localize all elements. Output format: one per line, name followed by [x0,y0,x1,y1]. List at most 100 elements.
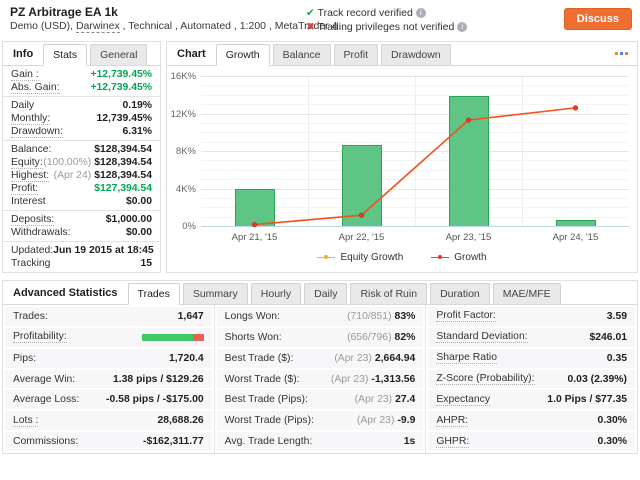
value: 0.19% [122,100,152,111]
chart-plot-area[interactable] [201,76,629,228]
chart-context-menu-icon[interactable] [615,52,628,55]
value: -$162,311.77 [143,436,204,448]
sidebar-row-monthly: Monthly: 12,739.45% [3,112,160,125]
chart-x-axis: Apr 21, '15 Apr 22, '15 Apr 23, '15 Apr 24,… [201,232,629,243]
sidebar-row-interest: Interest $0.00 [3,195,160,208]
label: AHPR: [436,414,469,427]
sidebar-row-balance: Balance: $128,394.54 [3,143,160,156]
tab-summary[interactable]: Summary [182,283,248,304]
sidebar-tabbar: Info Stats General [3,42,160,66]
tab-profit[interactable]: Profit [333,44,379,65]
verification-block: ✔ Track record verified i ✖ Trading priv… [306,6,468,34]
sidebar-group: Daily 0.19% Monthly: 12,739.45% Drawdown: 6.3… [3,96,160,140]
sidebar-row-equity: Equity: (100.00%) $128,394.54 [3,156,160,169]
stat-row-sharpe-ratio: Sharpe Ratio 0.35 [428,348,636,368]
tab-stats[interactable]: Stats [43,44,88,66]
win-segment [141,333,194,341]
value-prefix: (Apr 23) [354,394,393,406]
legend-marker-icon [317,255,336,259]
label: Updated: [11,245,54,256]
value: 1.38 pips / $129.26 [112,373,204,385]
value-prefix: (Apr 23) [356,415,395,427]
stat-row-shorts-won: Shorts Won: (656/796) 82% [216,327,424,347]
stat-row-lots: Lots : 28,688.26 [5,411,212,431]
value: 1,720.4 [169,352,204,364]
discuss-button[interactable]: Discuss [563,8,632,30]
value: $246.01 [589,331,628,343]
y-tick-label: 16K% [170,71,196,82]
label: Z-Score (Probability): [436,373,535,385]
label: Average Win: [13,373,76,385]
value: $0.00 [125,196,152,207]
statistics-tabbar: Advanced Statistics Trades Summary Hourly D… [3,281,637,305]
x-tick-label: Apr 21, '15 [231,232,278,243]
info-icon[interactable]: i [457,22,468,32]
value: 1,647 [177,310,204,322]
value: 15 [140,258,152,269]
tab-growth[interactable]: Growth [215,44,270,66]
label: Drawdown: [11,125,63,138]
label: Equity: [11,156,43,169]
stat-row-average-loss: Average Loss: -0.58 pips / -$175.00 [5,390,212,410]
value-prefix: (Apr 23) [330,373,369,385]
sidebar-title-info[interactable]: Info [3,43,43,65]
tab-daily[interactable]: Daily [304,283,348,304]
sidebar-group: Deposits: $1,000.00 Withdrawals: $0.00 [3,210,160,241]
value: +12,739.45% [90,82,152,93]
label: Balance: [11,144,52,155]
value: 0.30% [597,436,628,448]
x-tick-label: Apr 24, '15 [552,232,599,243]
label: Best Trade (Pips): [224,394,308,406]
stat-row-standard-deviation: Standard Deviation: $246.01 [428,327,636,347]
stat-row-ghpr: GHPR: 0.30% [428,432,636,452]
value: 0.30% [597,415,628,427]
label: Profit: [11,182,39,195]
sidebar-row-daily: Daily 0.19% [3,99,160,112]
info-icon[interactable]: i [415,8,426,18]
broker-link[interactable]: Darwinex [75,20,120,33]
label: Pips: [13,352,37,364]
label: Deposits: [11,213,55,226]
label: Expectancy [436,393,491,406]
chart-panel: Chart Growth Balance Profit Drawdown 0% 4K% 8… [166,41,638,273]
tab-trades[interactable]: Trades [127,283,180,305]
label: Gain : [11,68,39,81]
tab-mae-mfe[interactable]: MAE/MFE [492,283,561,304]
sidebar-row-withdrawals: Withdrawals: $0.00 [3,226,160,239]
value: 0.03 (2.39%) [567,373,628,385]
stat-row-worst-trade-pips: Worst Trade (Pips): (Apr 23) -9.9 [216,411,424,431]
x-tick-label: Apr 22, '15 [338,232,385,243]
label: Shorts Won: [224,331,282,343]
value-prefix: (656/796) [347,331,392,343]
value: (Apr 23) -9.9 [356,415,416,427]
tab-duration[interactable]: Duration [430,283,490,304]
tab-hourly[interactable]: Hourly [250,283,302,304]
x-tick-label: Apr 23, '15 [445,232,492,243]
growth-chart[interactable]: 0% 4K% 8K% 12K% 16K% Apr 21, '15 Apr 22, '15 A… [167,66,637,272]
statistics-tabs: Trades Summary Hourly Daily Risk of Ruin Dura… [127,283,564,305]
label: Profit Factor: [436,310,496,323]
statistics-grid: Trades: 1,647 Profitability: Pips: 1,720.4 Av… [3,305,637,453]
track-record-verified-row: ✔ Track record verified i [306,6,467,20]
stat-row-z-score-probability: Z-Score (Probability): 0.03 (2.39%) [428,369,636,389]
sidebar-group: Balance: $128,394.54 Equity: (100.00%) $128,… [3,140,160,210]
value: $0.00 [125,227,152,238]
stat-row-best-trade-pips: Best Trade (Pips): (Apr 23) 27.4 [216,390,424,410]
profitability-bar [141,333,204,341]
legend-item-equity-growth[interactable]: Equity Growth [317,252,403,263]
sidebar-row-gain: Gain : +12,739.45% [3,68,160,81]
stat-row-commissions: Commissions: -$162,311.77 [5,432,212,452]
stat-row-worst-trade: Worst Trade ($): (Apr 23) -1,313.56 [216,369,424,389]
label: Tracking [11,258,51,269]
tab-general[interactable]: General [90,44,148,65]
tab-balance[interactable]: Balance [272,44,331,65]
label: Best Trade ($): [224,352,294,364]
sidebar-row-abs-gain: Abs. Gain: +12,739.45% [3,81,160,94]
value-prefix: (710/851) [347,310,392,322]
label: Interest [11,196,46,207]
label: Highest: [11,169,50,182]
track-record-label: Track record verified [317,7,413,19]
tab-drawdown[interactable]: Drawdown [381,44,451,65]
tab-risk-of-ruin[interactable]: Risk of Ruin [350,283,428,304]
legend-item-growth[interactable]: Growth [431,252,487,263]
